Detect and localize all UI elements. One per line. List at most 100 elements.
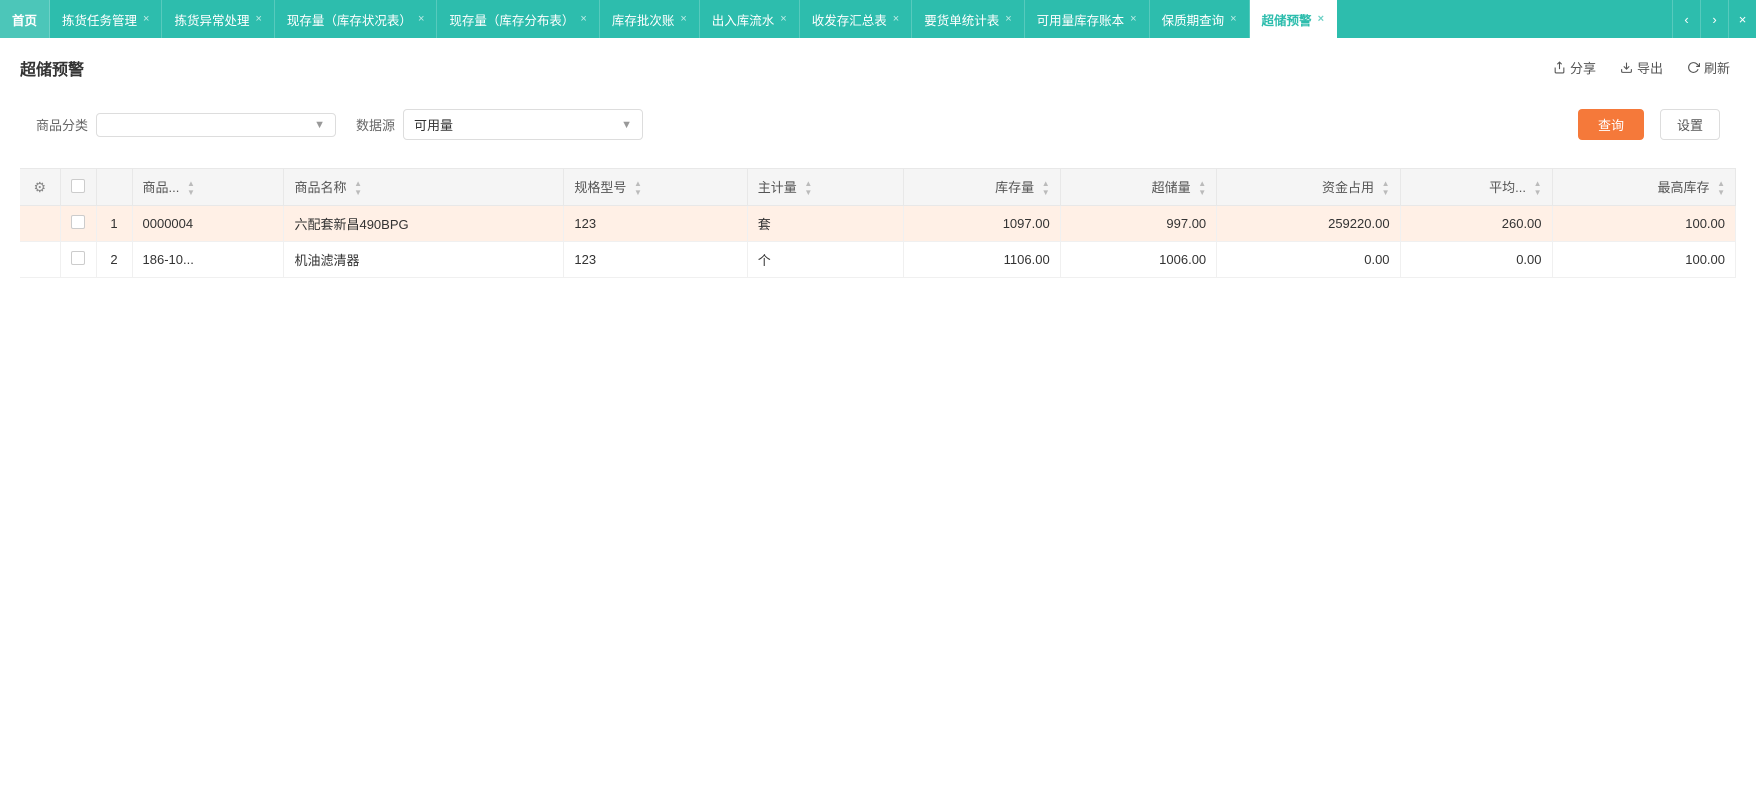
nav-tab-order-stats[interactable]: 要货单统计表 × [912,0,1024,38]
nav-tab-stock-batch-close[interactable]: × [680,13,686,25]
nav-tab-inout-flow[interactable]: 出入库流水 × [700,0,800,38]
row-product-name-1: 机油滤清器 [284,242,564,278]
col-avg-label: 平均... [1489,180,1526,195]
nav-tab-abnormal[interactable]: 拣货异常处理 × [162,0,274,38]
row-max-stock-1: 100.00 [1552,242,1735,278]
nav-arrows: ‹ › × [1672,0,1756,38]
nav-tab-stock-status-label: 现存量（库存状况表） [287,10,412,29]
col-checkbox [60,169,96,206]
nav-tab-overstock-close[interactable]: × [1318,13,1324,25]
nav-tab-avail-stock[interactable]: 可用量库存账本 × [1025,0,1150,38]
col-unit: 主计量 ▲▼ [747,169,903,206]
filter-category-label: 商品分类 [36,115,88,134]
query-button[interactable]: 查询 [1578,109,1644,140]
col-stock-qty: 库存量 ▲▼ [904,169,1060,206]
nav-tab-inout-flow-close[interactable]: × [780,13,786,25]
nav-arrow-right[interactable]: › [1700,0,1728,38]
sort-icon-max-stock[interactable]: ▲▼ [1717,180,1725,197]
share-button[interactable]: 分享 [1547,54,1602,81]
nav-tab-order-stats-label: 要货单统计表 [924,10,999,29]
col-rownum [96,169,132,206]
gear-icon[interactable]: ⚙ [33,179,46,195]
sort-icon-overstock-qty[interactable]: ▲▼ [1198,180,1206,197]
row-checkbox-1[interactable] [71,251,85,265]
datasource-chevron-icon: ▼ [621,119,632,131]
refresh-icon [1687,61,1700,74]
top-navigation: 首页 拣货任务管理 × 拣货异常处理 × 现存量（库存状况表） × 现存量（库存… [0,0,1756,38]
settings-button[interactable]: 设置 [1660,109,1720,140]
col-settings: ⚙ [20,169,60,206]
row-stock-qty-1: 1106.00 [904,242,1060,278]
nav-tab-stock-batch-label: 库存批次账 [612,10,675,29]
row-num-1: 2 [96,242,132,278]
nav-tab-quality[interactable]: 保质期查询 × [1150,0,1250,38]
sort-icon-avg[interactable]: ▲▼ [1534,180,1542,197]
row-spec-1: 123 [564,242,747,278]
share-icon [1553,61,1566,74]
sort-icon-product-name[interactable]: ▲▼ [354,180,362,197]
row-settings-cell [20,242,60,278]
row-capital-occ-0: 259220.00 [1217,206,1400,242]
nav-tab-home-label: 首页 [12,10,37,29]
sort-icon-capital-occ[interactable]: ▲▼ [1382,180,1390,197]
nav-tab-quality-label: 保质期查询 [1162,10,1225,29]
nav-tab-recv-send-close[interactable]: × [893,13,899,25]
nav-tab-task-mgmt-close[interactable]: × [143,13,149,25]
nav-tab-order-stats-close[interactable]: × [1005,13,1011,25]
nav-arrow-close[interactable]: × [1728,0,1756,38]
nav-tab-task-mgmt[interactable]: 拣货任务管理 × [50,0,162,38]
nav-tab-abnormal-label: 拣货异常处理 [174,10,249,29]
nav-tab-stock-dist-close[interactable]: × [580,13,586,25]
nav-arrow-left[interactable]: ‹ [1672,0,1700,38]
col-spec-label: 规格型号 [574,180,626,195]
col-max-stock: 最高库存 ▲▼ [1552,169,1735,206]
data-table: ⚙ 商品... ▲▼ 商品名称 ▲▼ 规格型号 ▲▼ [20,168,1736,278]
col-capital-occ-label: 资金占用 [1322,180,1374,195]
nav-tab-abnormal-close[interactable]: × [255,13,261,25]
datasource-select[interactable]: 可用量 ▼ [403,109,643,140]
nav-tab-quality-close[interactable]: × [1230,13,1236,25]
row-num-0: 1 [96,206,132,242]
nav-tab-avail-stock-close[interactable]: × [1130,13,1136,25]
page-header: 超储预警 分享 导出 刷新 [20,54,1736,81]
row-unit-0: 套 [747,206,903,242]
row-checkbox-cell [60,242,96,278]
nav-tab-overstock[interactable]: 超储预警 × [1250,0,1337,38]
col-overstock-qty-label: 超储量 [1152,180,1191,195]
row-capital-occ-1: 0.00 [1217,242,1400,278]
nav-tab-stock-status-close[interactable]: × [418,13,424,25]
nav-tab-stock-dist[interactable]: 现存量（库存分布表） × [437,0,599,38]
col-product-name: 商品名称 ▲▼ [284,169,564,206]
row-product-code-0: 0000004 [132,206,284,242]
sort-icon-unit[interactable]: ▲▼ [804,180,812,197]
col-overstock-qty: 超储量 ▲▼ [1060,169,1216,206]
table-row: 2 186-10... 机油滤清器 123 个 1106.00 1006.00 … [20,242,1736,278]
nav-tab-stock-dist-label: 现存量（库存分布表） [449,10,574,29]
category-select[interactable]: ▼ [96,113,336,137]
row-avg-0: 260.00 [1400,206,1552,242]
row-checkbox-cell [60,206,96,242]
header-actions: 分享 导出 刷新 [1547,54,1736,81]
row-checkbox-0[interactable] [71,215,85,229]
export-icon [1620,61,1633,74]
sort-icon-product-code[interactable]: ▲▼ [187,180,195,197]
row-stock-qty-0: 1097.00 [904,206,1060,242]
nav-tab-overstock-label: 超储预警 [1262,10,1312,29]
nav-tab-home[interactable]: 首页 [0,0,50,38]
col-max-stock-label: 最高库存 [1657,180,1709,195]
sort-icon-spec[interactable]: ▲▼ [634,180,642,197]
refresh-button[interactable]: 刷新 [1681,54,1736,81]
col-spec: 规格型号 ▲▼ [564,169,747,206]
category-chevron-icon: ▼ [314,119,325,131]
datasource-select-value: 可用量 [414,115,453,134]
filter-category: 商品分类 ▼ [36,113,336,137]
nav-tab-recv-send[interactable]: 收发存汇总表 × [800,0,912,38]
export-button[interactable]: 导出 [1614,54,1669,81]
nav-tab-stock-batch[interactable]: 库存批次账 × [600,0,700,38]
table-header-row: ⚙ 商品... ▲▼ 商品名称 ▲▼ 规格型号 ▲▼ [20,169,1736,206]
table-row: 1 0000004 六配套新昌490BPG 123 套 1097.00 997.… [20,206,1736,242]
filter-datasource-label: 数据源 [356,115,395,134]
select-all-checkbox[interactable] [71,179,85,193]
sort-icon-stock-qty[interactable]: ▲▼ [1042,180,1050,197]
nav-tab-stock-status[interactable]: 现存量（库存状况表） × [275,0,437,38]
